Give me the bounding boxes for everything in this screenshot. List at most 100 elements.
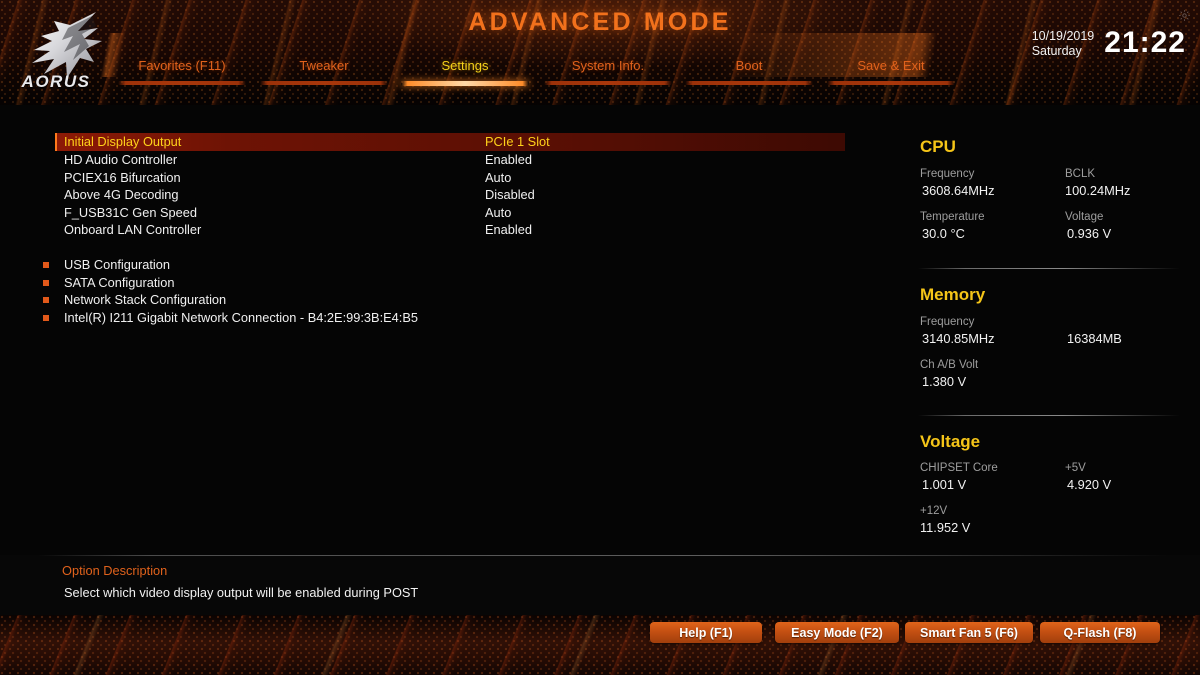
- sidebar-section-title: CPU: [920, 137, 956, 156]
- tab-underline: [118, 81, 246, 85]
- sidebar-stat-value: 30.0 °C: [922, 226, 965, 241]
- system-info-sidebar: CPU Frequency 3608.64MHz BCLK 100.24MHz Tempe…: [900, 105, 1200, 555]
- sidebar-stat: Ch A/B Volt 1.380 V: [920, 358, 978, 390]
- setting-label: F_USB31C Gen Speed: [64, 204, 198, 220]
- setting-row[interactable]: HD Audio Controller Enabled: [55, 151, 845, 169]
- tab-favorites-f11[interactable]: Favorites (F11): [118, 58, 246, 92]
- page-title-text: ADVANCED MODE: [468, 8, 732, 36]
- settings-list: Initial Display Output PCIe 1 Slot HD Audi…: [0, 105, 900, 555]
- sidebar-stat-label: Temperature: [920, 211, 985, 223]
- sidebar-stat-label: Frequency: [920, 316, 975, 328]
- tab-label: Settings: [441, 58, 489, 73]
- sidebar-stat-label: Voltage: [1065, 211, 1104, 223]
- footer-button-easy-mode-f2[interactable]: Easy Mode (F2): [775, 622, 899, 643]
- footer-button-label: Help (F1): [679, 625, 733, 640]
- nav-tabs: Favorites (F11) Tweaker Settings System Inf…: [0, 58, 1200, 98]
- clock-weekday: Saturday: [1031, 44, 1082, 58]
- tab-settings[interactable]: Settings: [401, 58, 529, 92]
- sidebar-stat-value: 3140.85MHz: [922, 331, 995, 346]
- sidebar-stat-value: 3608.64MHz: [922, 183, 995, 198]
- sidebar-stat-value: 100.24MHz: [1065, 183, 1131, 198]
- sidebar-stat: +12V 11.952 V: [920, 504, 970, 536]
- page-title: ADVANCED MODE: [0, 8, 1200, 37]
- sidebar-stat-value: 1.380 V: [922, 374, 967, 389]
- tab-save-exit[interactable]: Save & Exit: [827, 58, 955, 92]
- sidebar-stat-label: BCLK: [1065, 168, 1096, 180]
- sidebar-stat: Frequency 3140.85MHz: [920, 315, 995, 347]
- setting-label: HD Audio Controller: [64, 152, 178, 167]
- tab-underline: [544, 81, 672, 85]
- sidebar-stat-label: +5V: [1065, 462, 1086, 474]
- setting-value[interactable]: Auto: [485, 169, 511, 187]
- setting-row[interactable]: Onboard LAN Controller Enabled: [55, 221, 845, 239]
- sidebar-stat: CHIPSET Core 1.001 V: [920, 461, 998, 493]
- tab-underline: [827, 81, 955, 85]
- footer-button-label: Smart Fan 5 (F6): [920, 625, 1018, 640]
- setting-row[interactable]: PCIEX16 Bifurcation Auto: [55, 169, 845, 187]
- sidebar-stat-label: +12V: [920, 505, 948, 517]
- sidebar-stat-label: Ch A/B Volt: [920, 359, 979, 371]
- footer-button-label: Q-Flash (F8): [1063, 625, 1137, 640]
- footer-button-q-flash-f8[interactable]: Q-Flash (F8): [1040, 622, 1160, 643]
- footer-bar: Help (F1) Easy Mode (F2) Smart Fan 5 (F6) Q…: [0, 615, 1200, 675]
- setting-label: PCIEX16 Bifurcation: [64, 169, 181, 185]
- submenu-label: Intel(R) I211 Gigabit Network Connection…: [64, 309, 418, 325]
- setting-value[interactable]: Disabled: [485, 186, 535, 204]
- sidebar-stat: Frequency 3608.64MHz: [920, 167, 995, 199]
- clock-time: 21:22: [1104, 26, 1186, 59]
- sidebar-stat: 16384MB: [1065, 330, 1122, 347]
- setting-label: Onboard LAN Controller: [64, 222, 202, 237]
- tab-tweaker[interactable]: Tweaker: [260, 58, 388, 92]
- tab-boot[interactable]: Boot: [685, 58, 813, 92]
- sidebar-stat-value: 1.001 V: [922, 477, 967, 492]
- description-text: Select which video display output will b…: [64, 585, 419, 600]
- sidebar-stat: +5V 4.920 V: [1065, 461, 1111, 493]
- setting-value[interactable]: PCIe 1 Slot: [485, 133, 550, 151]
- footer-button-help-f1[interactable]: Help (F1): [650, 622, 762, 643]
- tab-underline: [401, 81, 529, 86]
- description-divider: [38, 555, 1168, 556]
- setting-row[interactable]: Initial Display Output PCIe 1 Slot: [55, 133, 845, 151]
- sidebar-stat: Voltage 0.936 V: [1065, 210, 1111, 242]
- setting-row[interactable]: F_USB31C Gen Speed Auto: [55, 204, 845, 222]
- tab-system-info[interactable]: System Info.: [544, 58, 672, 92]
- setting-row[interactable]: Above 4G Decoding Disabled: [55, 186, 845, 204]
- sidebar-stat-value: 16384MB: [1067, 331, 1122, 346]
- tab-label: Tweaker: [299, 58, 349, 73]
- sidebar-section-title: Memory: [920, 285, 986, 304]
- tab-label: Boot: [735, 58, 763, 73]
- sidebar-stat: Temperature 30.0 °C: [920, 210, 985, 242]
- setting-label: Initial Display Output: [64, 134, 182, 149]
- setting-value[interactable]: Enabled: [485, 221, 532, 239]
- sidebar-divider: [918, 415, 1180, 416]
- bullet-icon: [43, 297, 49, 303]
- sidebar-section-title: Voltage: [920, 432, 981, 451]
- sidebar-divider: [918, 268, 1180, 269]
- content-area: Initial Display Output PCIe 1 Slot HD Audi…: [0, 105, 1200, 555]
- option-description-panel: Option Description Select which video di…: [0, 555, 1200, 615]
- bullet-icon: [43, 262, 49, 268]
- sidebar-stat-value: 4.920 V: [1067, 477, 1112, 492]
- setting-value[interactable]: Enabled: [485, 151, 532, 169]
- bullet-icon: [43, 279, 49, 286]
- footer-button-label: Easy Mode (F2): [791, 625, 883, 640]
- sidebar-stat: BCLK 100.24MHz: [1065, 167, 1130, 199]
- submenu-label: SATA Configuration: [64, 274, 175, 290]
- header-bar: AORUS ADVANCED MODE 10/19/2019 Saturday …: [0, 0, 1200, 105]
- sidebar-stat-label: Frequency: [920, 168, 975, 180]
- sidebar-stat-value: 0.936 V: [1067, 226, 1112, 241]
- bullet-icon: [43, 314, 49, 321]
- setting-value[interactable]: Auto: [485, 204, 511, 222]
- bios-screen: AORUS ADVANCED MODE 10/19/2019 Saturday …: [0, 0, 1200, 675]
- footer-button-smart-fan-5-f6[interactable]: Smart Fan 5 (F6): [905, 622, 1033, 643]
- submenu-label: Network Stack Configuration: [64, 292, 227, 307]
- tab-label: Favorites (F11): [138, 58, 226, 73]
- tab-label: Save & Exit: [857, 58, 925, 73]
- sidebar-stat-label: CHIPSET Core: [920, 462, 998, 474]
- tab-label: System Info.: [571, 58, 645, 73]
- description-title: Option Description: [62, 563, 168, 578]
- clock-date: 10/19/2019: [1031, 29, 1095, 44]
- submenu-label: USB Configuration: [64, 257, 170, 272]
- setting-label: Above 4G Decoding: [64, 187, 179, 202]
- sidebar-stat-value: 11.952 V: [920, 520, 971, 535]
